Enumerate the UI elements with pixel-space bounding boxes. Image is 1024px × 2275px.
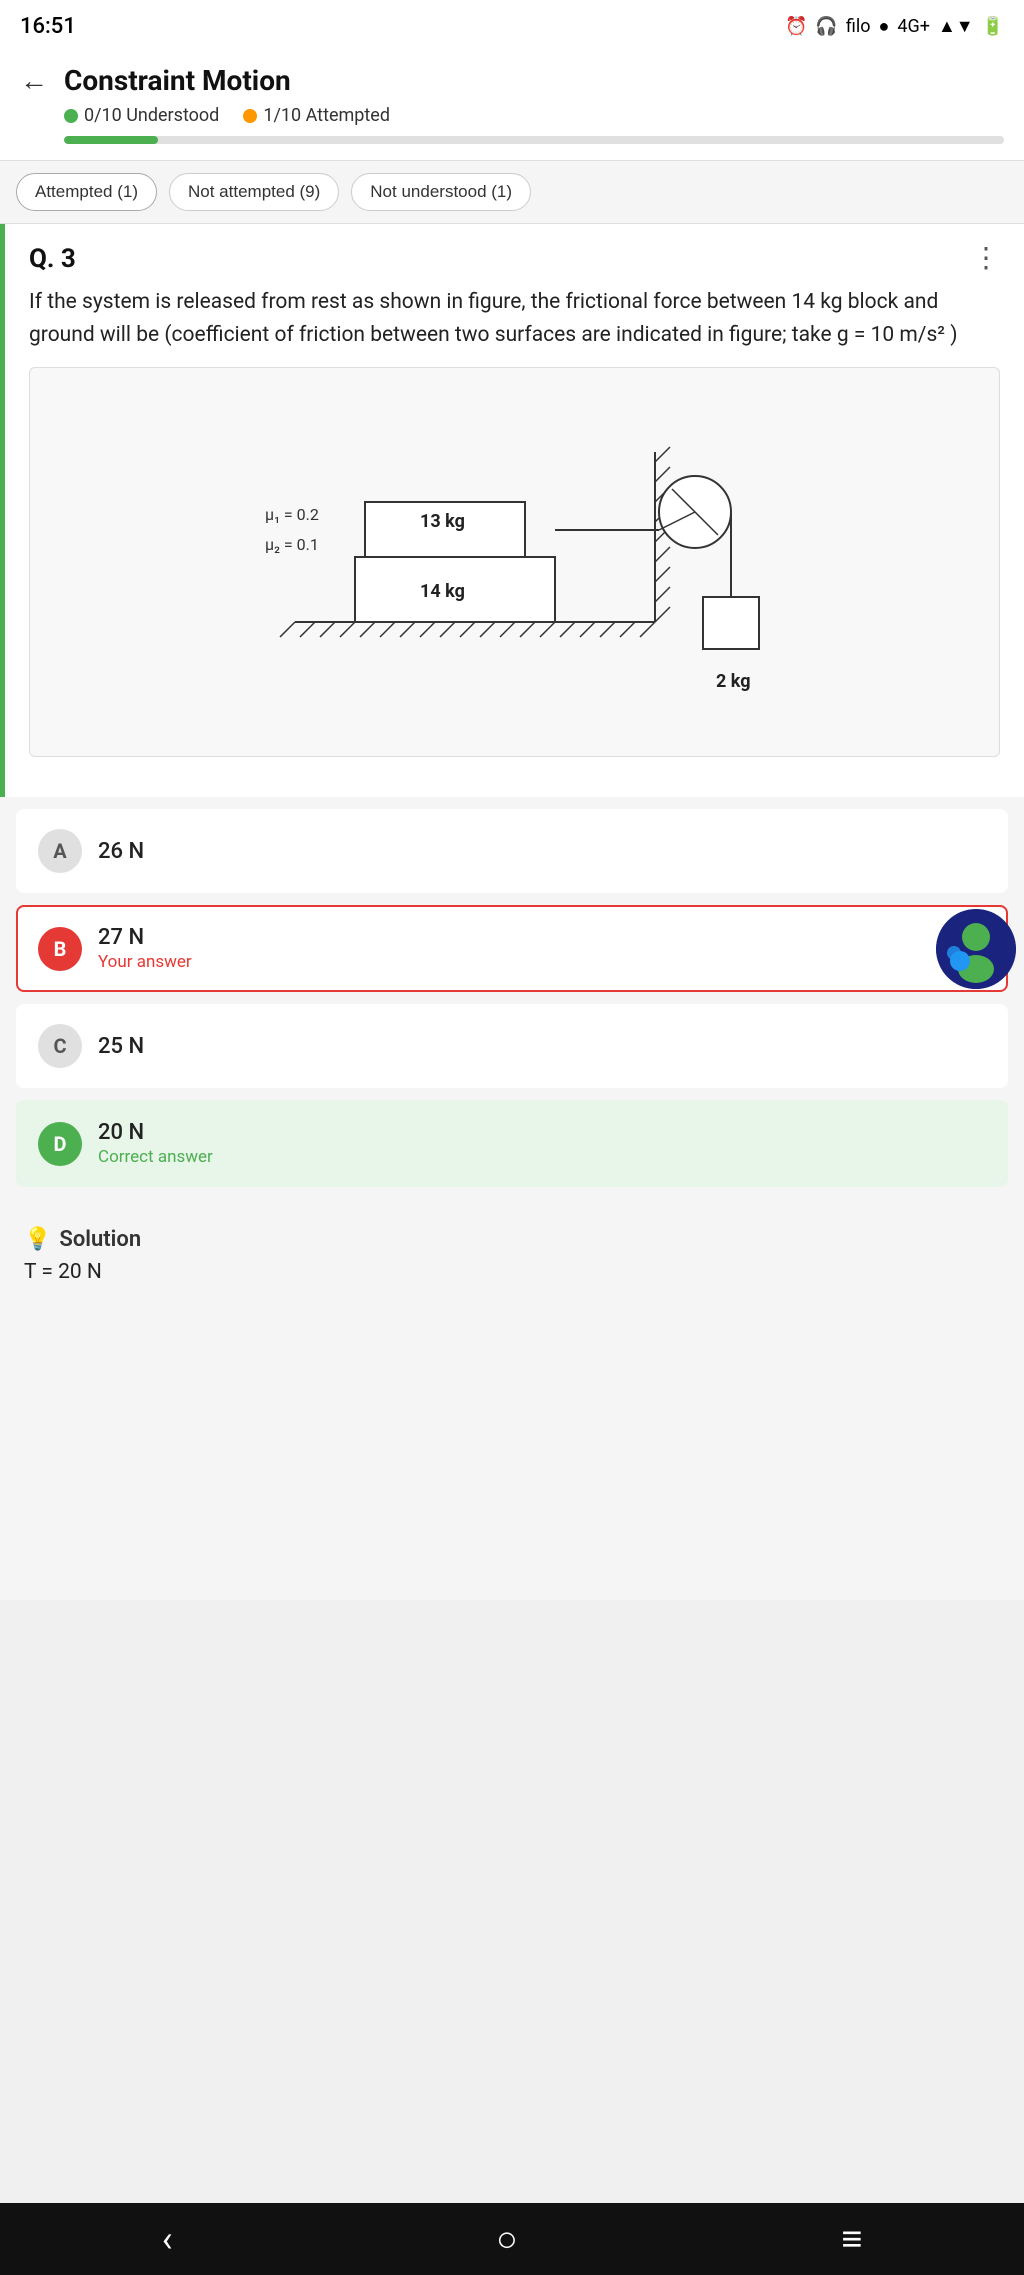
nav-home-button[interactable]: ○ xyxy=(496,2218,518,2260)
solution-bulb-icon: 💡 xyxy=(24,1227,51,1252)
option-b-circle: B xyxy=(38,927,82,971)
option-c-circle: C xyxy=(38,1024,82,1068)
attempted-label: 1/10 Attempted xyxy=(263,105,390,126)
option-c-content: 25 N xyxy=(98,1034,986,1059)
network-icon: 4G+ xyxy=(897,16,930,37)
option-a-circle: A xyxy=(38,829,82,873)
physics-diagram: 13 kg 14 kg μ₁ = 0.2 μ₂ = 0.1 xyxy=(29,367,1000,757)
option-d-circle: D xyxy=(38,1122,82,1166)
solution-title: 💡 Solution xyxy=(24,1227,1000,1252)
svg-text:μ₁ = 0.2: μ₁ = 0.2 xyxy=(265,505,319,524)
status-time: 16:51 xyxy=(20,14,76,39)
option-d[interactable]: D 20 N Correct answer xyxy=(16,1100,1008,1187)
filo-label: filo xyxy=(846,16,871,37)
attempted-stat: 1/10 Attempted xyxy=(243,105,390,126)
option-c[interactable]: C 25 N xyxy=(16,1004,1008,1088)
status-bar: 16:51 ⏰ 🎧 filo ● 4G+ ▲▼ 🔋 xyxy=(0,0,1024,52)
understood-stat: 0/10 Understood xyxy=(64,105,219,126)
extra-space xyxy=(0,1300,1024,1600)
svg-text:2 kg: 2 kg xyxy=(716,671,751,692)
svg-text:13 kg: 13 kg xyxy=(420,511,465,532)
filter-tabs: Attempted (1) Not attempted (9) Not unde… xyxy=(0,161,1024,224)
nav-menu-button[interactable]: ≡ xyxy=(841,2218,862,2260)
headphone-icon: 🎧 xyxy=(815,16,837,37)
header: ← Constraint Motion 0/10 Understood 1/10… xyxy=(0,52,1024,161)
option-d-content: 20 N Correct answer xyxy=(98,1120,986,1167)
page-title: Constraint Motion xyxy=(64,64,291,97)
progress-bar-container xyxy=(64,136,1004,144)
option-b-sublabel: Your answer xyxy=(98,952,986,972)
alarm-icon: ⏰ xyxy=(785,16,807,37)
option-d-sublabel: Correct answer xyxy=(98,1147,986,1167)
option-c-label: C xyxy=(53,1034,66,1058)
option-a-content: 26 N xyxy=(98,839,986,864)
back-button[interactable]: ← xyxy=(20,67,48,95)
more-options-button[interactable]: ⋮ xyxy=(972,244,1000,272)
bottom-nav: ‹ ○ ≡ xyxy=(0,2203,1024,2275)
progress-bar-fill xyxy=(64,136,158,144)
svg-text:μ₂ = 0.1: μ₂ = 0.1 xyxy=(265,535,319,554)
option-a-label: A xyxy=(53,839,66,863)
question-card: Q. 3 ⋮ If the system is released from re… xyxy=(0,224,1024,797)
solution-label: Solution xyxy=(59,1227,141,1252)
status-icons: ⏰ 🎧 filo ● 4G+ ▲▼ 🔋 xyxy=(785,16,1004,37)
option-b[interactable]: B 27 N Your answer xyxy=(16,905,1008,992)
option-c-value: 25 N xyxy=(98,1034,986,1059)
option-d-value: 20 N xyxy=(98,1120,986,1145)
understood-dot xyxy=(64,109,78,123)
battery-icon: 🔋 xyxy=(982,16,1004,37)
option-b-value: 27 N xyxy=(98,925,986,950)
solution-section: 💡 Solution T = 20 N xyxy=(0,1211,1024,1300)
question-text: If the system is released from rest as s… xyxy=(29,286,1000,351)
question-number: Q. 3 xyxy=(29,244,76,274)
svg-text:14 kg: 14 kg xyxy=(420,581,465,602)
floating-avatar xyxy=(936,909,1016,989)
diagram-svg: 13 kg 14 kg μ₁ = 0.2 μ₂ = 0.1 xyxy=(235,392,795,732)
option-a[interactable]: A 26 N xyxy=(16,809,1008,893)
tab-not-understood[interactable]: Not understood (1) xyxy=(351,173,531,211)
tab-attempted[interactable]: Attempted (1) xyxy=(16,173,157,211)
signal-icon: ▲▼ xyxy=(938,16,974,37)
understood-label: 0/10 Understood xyxy=(84,105,219,126)
options-section: A 26 N B 27 N Your answer xyxy=(0,797,1024,1211)
header-stats: 0/10 Understood 1/10 Attempted xyxy=(64,105,1004,126)
solution-text: T = 20 N xyxy=(24,1260,1000,1284)
option-a-value: 26 N xyxy=(98,839,986,864)
dot-indicator: ● xyxy=(878,16,889,37)
option-b-label: B xyxy=(54,937,67,961)
option-b-content: 27 N Your answer xyxy=(98,925,986,972)
option-d-label: D xyxy=(54,1132,67,1156)
tab-not-attempted[interactable]: Not attempted (9) xyxy=(169,173,339,211)
nav-back-button[interactable]: ‹ xyxy=(162,2218,173,2260)
attempted-dot xyxy=(243,109,257,123)
